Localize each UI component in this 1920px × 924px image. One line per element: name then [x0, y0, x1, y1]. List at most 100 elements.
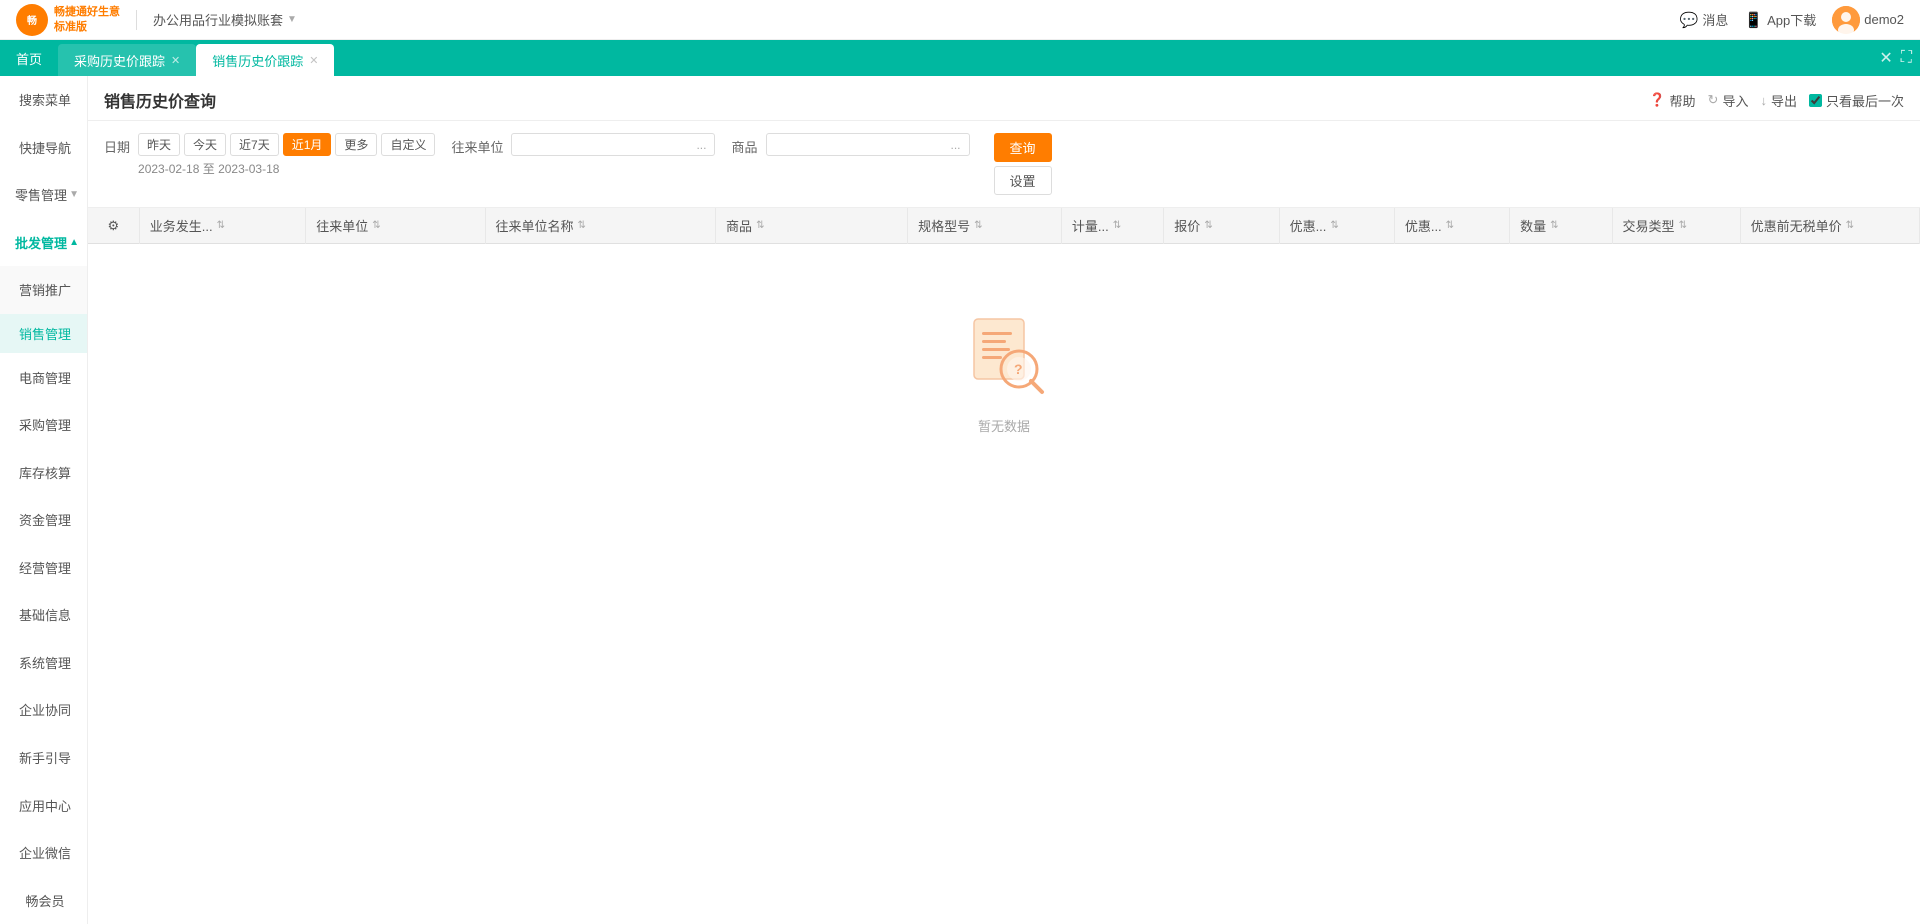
date-options: 昨天 今天 近7天 近1月 更多 自定义 2023-02-18 至 2023-0… [138, 133, 435, 177]
settings-icon: ⚙ [108, 218, 120, 233]
col-quote[interactable]: 报价⇅ [1164, 208, 1279, 244]
tab-home[interactable]: 首页 [0, 40, 58, 76]
date-btn-7days[interactable]: 近7天 [230, 133, 279, 156]
sort-icon: ⇅ [1550, 220, 1558, 231]
table-container: ⚙ 业务发生...⇅ 往来单位⇅ 往来单位名称⇅ [88, 208, 1920, 924]
close-tab-btn[interactable]: ✕ [1879, 48, 1892, 68]
col-goods[interactable]: 商品⇅ [716, 208, 908, 244]
help-icon: ❓ [1649, 92, 1665, 108]
sidebar-item-quick-nav[interactable]: 快捷导航 [0, 124, 87, 172]
counterparty-filter-group: 往来单位 ... [451, 133, 715, 156]
sidebar-item-operations[interactable]: 经营管理 [0, 544, 87, 592]
col-trade-type[interactable]: 交易类型⇅ [1612, 208, 1740, 244]
sort-icon: ⇅ [1679, 220, 1687, 231]
header-divider [136, 10, 137, 30]
main-layout: 搜索菜单 快捷导航 零售管理 ▼ 批发管理 ▲ 营销推广 销售管理 电商管理 采… [0, 76, 1920, 924]
logo-area: 畅 畅捷通好生意 标准版 [16, 4, 120, 36]
sidebar-item-system[interactable]: 系统管理 [0, 639, 87, 687]
sidebar-item-wholesale[interactable]: 批发管理 ▲ [0, 219, 87, 267]
sort-icon: ⇅ [974, 220, 982, 231]
counterparty-label: 往来单位 [451, 133, 503, 156]
sidebar-item-guide[interactable]: 新手引导 [0, 734, 87, 782]
date-buttons: 昨天 今天 近7天 近1月 更多 自定义 [138, 133, 435, 156]
user-profile[interactable]: demo2 [1832, 6, 1904, 34]
empty-text: 暂无数据 [978, 416, 1030, 435]
search-button[interactable]: 查询 [994, 133, 1052, 162]
tab-close-sales[interactable]: ✕ [309, 54, 318, 67]
goods-dots[interactable]: ... [951, 138, 961, 152]
col-discount2[interactable]: 优惠...⇅ [1394, 208, 1509, 244]
empty-icon: ? [954, 304, 1054, 404]
sort-icon: ⇅ [1113, 220, 1121, 231]
sidebar-item-wechat[interactable]: 企业微信 [0, 829, 87, 877]
content-area: 销售历史价查询 ❓ 帮助 ↻ 导入 ↓ 导出 [88, 76, 1920, 924]
svg-text:?: ? [1014, 361, 1023, 377]
date-range: 2023-02-18 至 2023-03-18 [138, 160, 435, 177]
col-spec[interactable]: 规格型号⇅ [908, 208, 1062, 244]
date-btn-yesterday[interactable]: 昨天 [138, 133, 180, 156]
page-title: 销售历史价查询 [104, 88, 216, 112]
col-qty[interactable]: 数量⇅ [1510, 208, 1612, 244]
col-counterparty-name[interactable]: 往来单位名称⇅ [485, 208, 716, 244]
date-btn-today[interactable]: 今天 [184, 133, 226, 156]
sidebar-item-search[interactable]: 搜索菜单 [0, 76, 87, 124]
filter-bar: 日期 昨天 今天 近7天 近1月 更多 自定义 2023-02-18 至 202… [88, 121, 1920, 208]
sidebar-item-purchase[interactable]: 采购管理 [0, 401, 87, 449]
sort-icon: ⇅ [578, 220, 586, 231]
header-left: 畅 畅捷通好生意 标准版 办公用品行业模拟账套 ▼ [16, 4, 297, 36]
sidebar-item-app-center[interactable]: 应用中心 [0, 781, 87, 829]
col-discount1[interactable]: 优惠...⇅ [1279, 208, 1394, 244]
col-pretax-price[interactable]: 优惠前无税单价⇅ [1740, 208, 1919, 244]
top-header: 畅 畅捷通好生意 标准版 办公用品行业模拟账套 ▼ 💬 消息 📱 App下载 d… [0, 0, 1920, 40]
sort-icon: ⇅ [756, 220, 764, 231]
settings-button[interactable]: 设置 [994, 166, 1052, 195]
sidebar-item-member[interactable]: 畅会员 [0, 876, 87, 924]
sidebar: 搜索菜单 快捷导航 零售管理 ▼ 批发管理 ▲ 营销推广 销售管理 电商管理 采… [0, 76, 88, 924]
sidebar-item-retail[interactable]: 零售管理 ▼ [0, 171, 87, 219]
tab-purchase-history[interactable]: 采购历史价跟踪 ✕ [58, 44, 196, 76]
company-selector[interactable]: 办公用品行业模拟账套 ▼ [153, 10, 297, 29]
sidebar-item-finance[interactable]: 资金管理 [0, 496, 87, 544]
sidebar-item-basic-info[interactable]: 基础信息 [0, 591, 87, 639]
sort-icon: ⇅ [1446, 220, 1454, 231]
col-unit[interactable]: 计量...⇅ [1061, 208, 1163, 244]
sort-icon: ⇅ [1204, 220, 1212, 231]
col-settings[interactable]: ⚙ [88, 208, 139, 244]
counterparty-field[interactable]: ... [511, 133, 715, 156]
sidebar-item-cooperation[interactable]: 企业协同 [0, 686, 87, 734]
tab-close-purchase[interactable]: ✕ [171, 54, 180, 67]
col-counterparty[interactable]: 往来单位⇅ [306, 208, 485, 244]
sidebar-item-sales-mgmt[interactable]: 销售管理 [0, 314, 87, 354]
chevron-down-icon: ▼ [69, 189, 79, 200]
date-btn-1month[interactable]: 近1月 [283, 133, 332, 156]
sidebar-item-inventory[interactable]: 库存核算 [0, 448, 87, 496]
goods-field[interactable]: ... [766, 133, 970, 156]
date-btn-more[interactable]: 更多 [335, 133, 377, 156]
tab-sales-history[interactable]: 销售历史价跟踪 ✕ [196, 44, 334, 76]
only-last-checkbox[interactable]: 只看最后一次 [1809, 91, 1904, 110]
app-download-button[interactable]: 📱 App下载 [1744, 10, 1816, 29]
import-icon: ↻ [1708, 92, 1719, 108]
header-right: 💬 消息 📱 App下载 demo2 [1680, 6, 1904, 34]
sort-icon: ⇅ [372, 220, 380, 231]
sort-icon: ⇅ [1330, 220, 1338, 231]
avatar [1832, 6, 1860, 34]
chevron-down-icon: ▼ [287, 14, 297, 25]
export-icon: ↓ [1760, 93, 1767, 108]
sidebar-item-marketing[interactable]: 营销推广 [0, 266, 87, 314]
counterparty-dots[interactable]: ... [696, 138, 706, 152]
page-header-actions: ❓ 帮助 ↻ 导入 ↓ 导出 只看最后一次 [1649, 91, 1904, 110]
col-biz-date[interactable]: 业务发生...⇅ [139, 208, 306, 244]
date-btn-custom[interactable]: 自定义 [381, 133, 435, 156]
chat-button[interactable]: 💬 消息 [1680, 10, 1729, 29]
goods-filter-group: 商品 ... [731, 133, 969, 156]
chevron-up-icon: ▲ [69, 237, 79, 248]
sidebar-item-ecommerce[interactable]: 电商管理 [0, 353, 87, 401]
maximize-btn[interactable]: ⛶ [1901, 49, 1912, 67]
export-button[interactable]: ↓ 导出 [1760, 91, 1797, 110]
goods-input[interactable] [775, 137, 951, 152]
counterparty-input[interactable] [520, 137, 696, 152]
import-button[interactable]: ↻ 导入 [1708, 91, 1749, 110]
goods-label: 商品 [731, 133, 757, 156]
help-button[interactable]: ❓ 帮助 [1649, 91, 1695, 110]
